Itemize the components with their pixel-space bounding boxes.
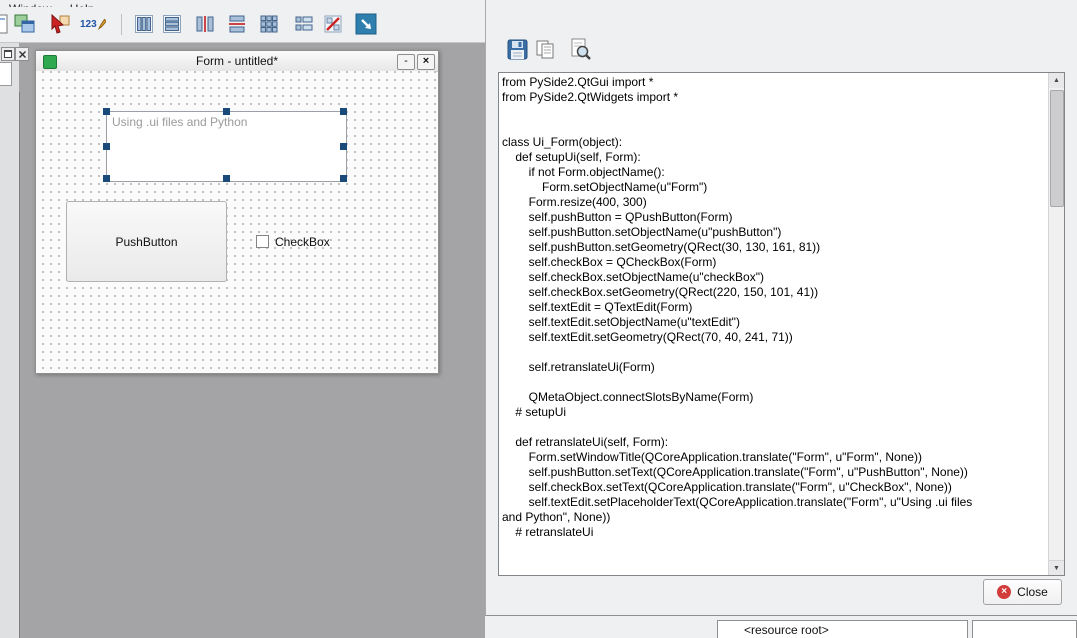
form-minimize-button[interactable]: - xyxy=(397,54,415,70)
pushbutton-widget[interactable]: PushButton xyxy=(66,201,227,282)
save-icon[interactable] xyxy=(505,37,529,61)
layout-splitter-vertical-icon[interactable] xyxy=(224,10,250,38)
selection-handle-bottom-right[interactable] xyxy=(340,175,347,182)
dock-float-icon[interactable] xyxy=(1,47,15,61)
menubar: WindowHelp xyxy=(0,0,485,7)
code-text-area[interactable]: from PySide2.QtGui import * from PySide2… xyxy=(498,72,1065,576)
left-dock-strip xyxy=(0,43,19,638)
selection-handle-mid-left[interactable] xyxy=(103,143,110,150)
form-canvas[interactable]: Using .ui files and Python PushButton Ch… xyxy=(36,71,436,371)
checkbox-label: CheckBox xyxy=(275,235,330,249)
checkbox-widget[interactable]: CheckBox xyxy=(256,221,357,262)
find-icon[interactable] xyxy=(568,37,592,61)
dock-splitter-handle[interactable] xyxy=(19,92,20,638)
layout-horizontal-icon[interactable] xyxy=(131,10,157,38)
close-button-label: Close xyxy=(1017,585,1048,599)
pushbutton-label: PushButton xyxy=(115,235,177,249)
tab-order-icon[interactable]: 123 xyxy=(80,10,106,38)
toolbar-separator xyxy=(121,14,122,35)
checkbox-indicator xyxy=(256,235,269,248)
close-circle-icon: × xyxy=(997,585,1011,599)
scroll-up-icon[interactable]: ▲ xyxy=(1049,73,1064,88)
selection-handle-top-center[interactable] xyxy=(223,108,230,115)
form-window-title: Form - untitled* xyxy=(36,54,438,68)
dock-close-icon[interactable] xyxy=(15,47,29,61)
scrollbar-thumb[interactable] xyxy=(1050,90,1064,207)
float-glyph xyxy=(4,50,12,58)
selection-handle-mid-right[interactable] xyxy=(340,143,347,150)
layout-form-icon[interactable] xyxy=(291,10,317,38)
clipped-panel-box xyxy=(0,62,12,86)
close-button[interactable]: × Close xyxy=(983,579,1062,605)
form-window-titlebar[interactable]: Form - untitled* - × xyxy=(36,51,438,72)
resource-root-item[interactable]: <resource root> xyxy=(717,620,968,638)
resource-browser-panel: <resource root> xyxy=(485,616,1077,638)
selection-handle-top-right[interactable] xyxy=(340,108,347,115)
code-viewer-dialog: from PySide2.QtGui import * from PySide2… xyxy=(485,0,1077,616)
form-editor-window: Form - untitled* - × Using .ui files and… xyxy=(35,50,439,374)
selection-handle-bottom-left[interactable] xyxy=(103,175,110,182)
copy-icon[interactable] xyxy=(533,37,557,61)
code-scrollbar[interactable]: ▲ ▼ xyxy=(1048,73,1064,575)
layout-splitter-horizontal-icon[interactable] xyxy=(192,10,218,38)
layout-vertical-icon[interactable] xyxy=(159,10,185,38)
textedit-widget[interactable]: Using .ui files and Python xyxy=(106,111,347,182)
edit-widgets-icon[interactable] xyxy=(47,10,73,38)
selection-handle-bottom-center[interactable] xyxy=(223,175,230,182)
layout-grid-icon[interactable] xyxy=(256,10,282,38)
break-layout-icon[interactable] xyxy=(320,10,346,38)
selection-handle-top-left[interactable] xyxy=(103,108,110,115)
adjust-size-icon[interactable] xyxy=(353,10,379,38)
tab-order-label: 123 xyxy=(80,19,97,30)
resource-panel-extra xyxy=(972,620,1077,638)
form-close-button[interactable]: × xyxy=(417,54,435,70)
scroll-down-icon[interactable]: ▼ xyxy=(1049,560,1064,575)
python-code: from PySide2.QtGui import * from PySide2… xyxy=(502,75,1046,573)
open-form-icon[interactable] xyxy=(12,10,38,38)
main-toolbar: 123 xyxy=(0,7,485,43)
qt-designer-screen: WindowHelp 123 xyxy=(0,0,1077,638)
